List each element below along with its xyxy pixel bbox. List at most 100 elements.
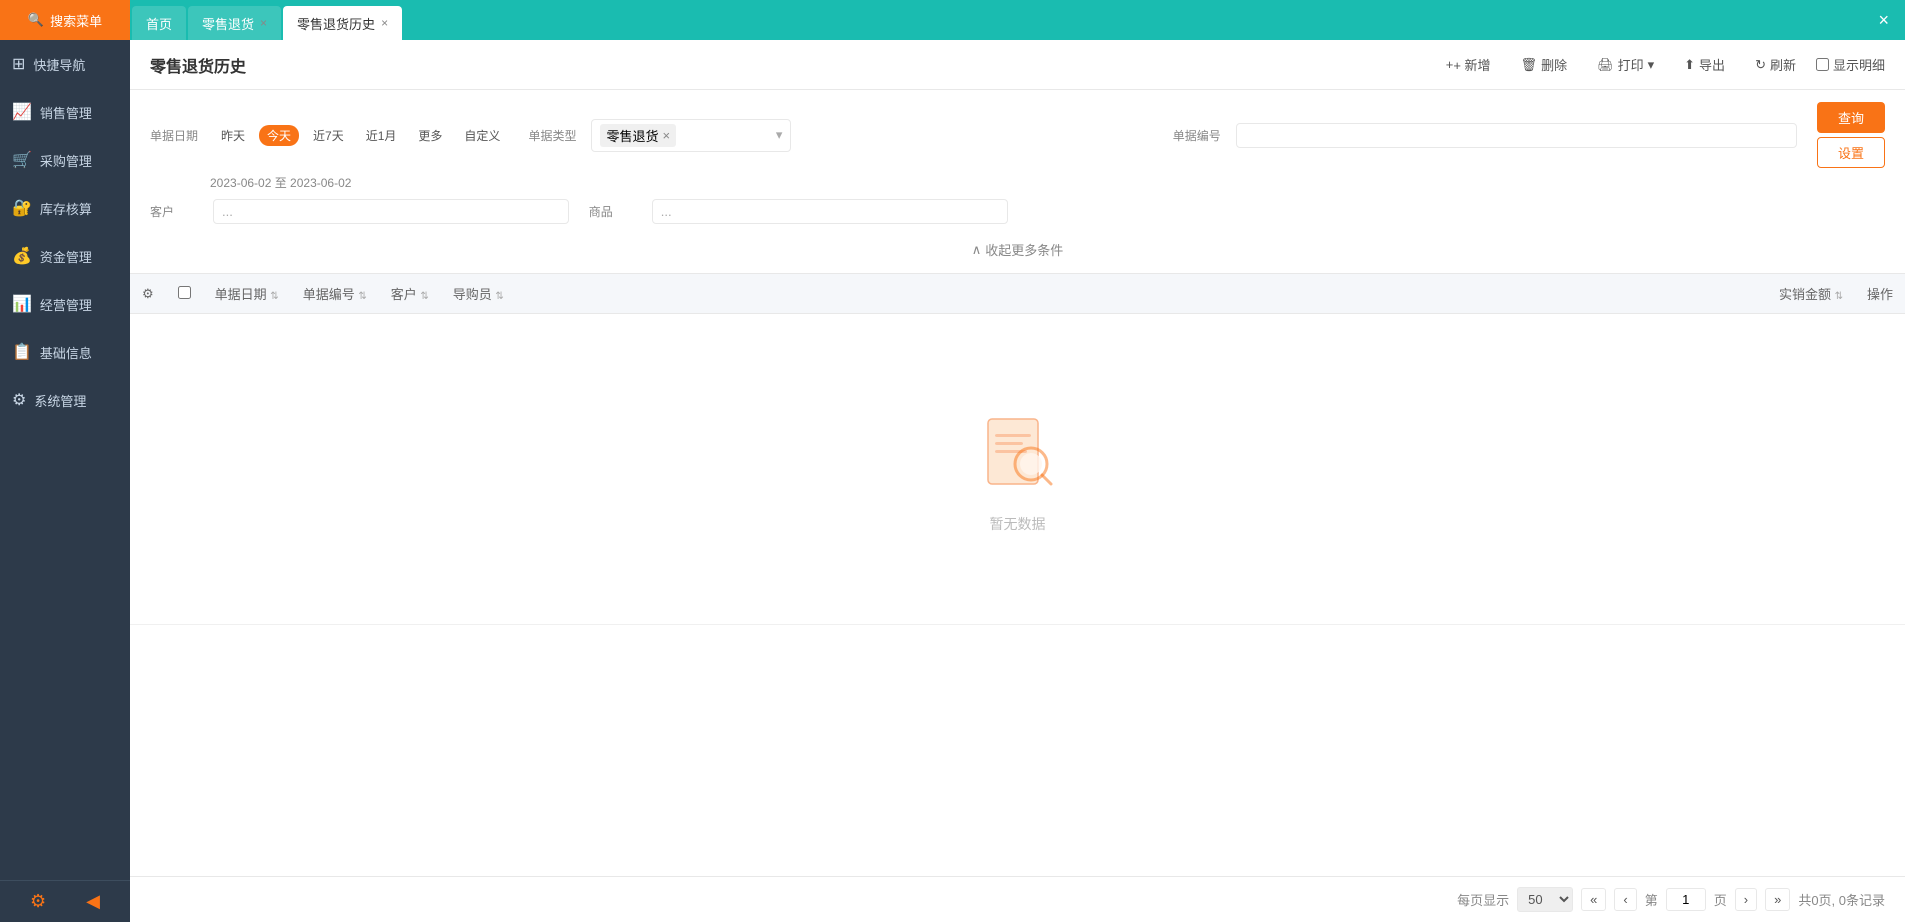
column-settings-icon[interactable]: ⚙	[142, 286, 154, 301]
sidebar-item-operations[interactable]: 📊 经营管理	[0, 280, 130, 328]
sidebar-item-system[interactable]: ⚙ 系统管理	[0, 376, 130, 424]
th-guide-label: 导购员	[453, 287, 492, 302]
last-page-btn[interactable]: »	[1765, 888, 1790, 911]
th-customer-label: 客户	[391, 287, 417, 302]
print-button[interactable]: 🖨 打印 ▾	[1587, 50, 1664, 79]
customer-selector[interactable]: ...	[213, 199, 569, 224]
next-page-btn[interactable]: ›	[1735, 888, 1757, 911]
data-table: ⚙ 单据日期 ⇅ 单据编号 ⇅	[130, 274, 1905, 625]
sidebar-settings-icon[interactable]: ⚙	[30, 891, 46, 912]
th-customer[interactable]: 客户 ⇅	[379, 274, 441, 314]
first-page-btn[interactable]: «	[1581, 888, 1606, 911]
th-guide[interactable]: 导购员 ⇅	[441, 274, 516, 314]
inventory-icon: 🔐	[12, 198, 32, 218]
date-more-btn[interactable]: 更多	[410, 125, 450, 146]
page-header: 零售退货历史 + + 新增 🗑 删除 🖨 打印 ▾ ⬆ 导出	[130, 40, 1905, 90]
type-tag-label: 零售退货	[606, 126, 658, 145]
type-tag-remove[interactable]: ×	[662, 128, 670, 143]
search-menu-btn[interactable]: 🔍 搜索菜单	[0, 0, 130, 40]
content-area: 零售退货历史 + + 新增 🗑 删除 🖨 打印 ▾ ⬆ 导出	[130, 40, 1905, 922]
collapse-label: 收起更多条件	[985, 240, 1063, 259]
print-icon: 🖨	[1597, 57, 1614, 73]
th-settings[interactable]: ⚙	[130, 274, 166, 314]
page-unit: 页	[1714, 890, 1727, 909]
prev-page-btn[interactable]: ‹	[1614, 888, 1636, 911]
th-spacer	[516, 274, 1767, 314]
new-icon: +	[1446, 57, 1454, 72]
quick-nav-icon: ⊞	[12, 54, 25, 74]
date-filter-label: 单据日期	[150, 127, 205, 144]
total-info: 共0页, 0条记录	[1798, 890, 1885, 909]
pagination-bar: 每页显示 50 100 200 « ‹ 第 页 › » 共0页, 0条记录	[130, 876, 1905, 922]
page-size-select[interactable]: 50 100 200	[1517, 887, 1573, 912]
sidebar-item-sales-label: 销售管理	[40, 103, 92, 122]
collapse-button[interactable]: ∧ 收起更多条件	[972, 240, 1064, 259]
sidebar-item-sales[interactable]: 📈 销售管理	[0, 88, 130, 136]
date-yesterday-btn[interactable]: 昨天	[213, 125, 253, 146]
voucher-input[interactable]	[1236, 123, 1797, 148]
page-size-label: 每页显示	[1457, 890, 1509, 909]
th-checkbox[interactable]	[166, 274, 203, 314]
top-bar: 🔍 搜索菜单 首页 零售退货 × 零售退货历史 × ×	[0, 0, 1905, 40]
sidebar-item-purchase[interactable]: 🛒 采购管理	[0, 136, 130, 184]
sidebar-item-operations-label: 经营管理	[40, 295, 92, 314]
purchase-icon: 🛒	[12, 150, 32, 170]
main-layout: ⊞ 快捷导航 📈 销售管理 🛒 采购管理 🔐 库存核算 💰 资金管理 📊 经营管…	[0, 40, 1905, 922]
tab-retail-return-history-close[interactable]: ×	[381, 16, 388, 30]
page-title: 零售退货历史	[150, 53, 246, 77]
date-custom-btn[interactable]: 自定义	[456, 125, 508, 146]
display-detail-checkbox[interactable]: 显示明细	[1816, 55, 1885, 74]
th-voucher[interactable]: 单据编号 ⇅	[291, 274, 379, 314]
window-close-btn[interactable]: ×	[1878, 10, 1889, 30]
tab-retail-return-history[interactable]: 零售退货历史 ×	[283, 6, 402, 40]
date-range: 昨天 今天 近7天 近1月 更多 自定义	[213, 125, 508, 146]
tab-retail-return[interactable]: 零售退货 ×	[188, 6, 281, 40]
date-today-btn[interactable]: 今天	[259, 125, 299, 146]
tab-retail-return-close[interactable]: ×	[260, 16, 267, 30]
type-selector-arrow: ▾	[776, 127, 783, 143]
date-range-text: 2023-06-02 至 2023-06-02	[210, 176, 351, 190]
th-customer-sort: ⇅	[420, 291, 428, 302]
date-1month-btn[interactable]: 近1月	[358, 125, 405, 146]
query-button[interactable]: 查询	[1817, 102, 1885, 133]
th-amount[interactable]: 实销金额 ⇅	[1767, 274, 1855, 314]
th-guide-sort: ⇅	[495, 291, 503, 302]
table-head: ⚙ 单据日期 ⇅ 单据编号 ⇅	[130, 274, 1905, 314]
type-filter-label: 单据类型	[528, 127, 583, 144]
top-bar-right: ×	[1878, 10, 1905, 31]
goods-filter-label: 商品	[589, 203, 644, 220]
refresh-button[interactable]: ↻ 刷新	[1745, 50, 1806, 79]
display-detail-input[interactable]	[1816, 58, 1829, 71]
sidebar-item-purchase-label: 采购管理	[40, 151, 92, 170]
export-button[interactable]: ⬆ 导出	[1674, 50, 1735, 79]
goods-filter-group: 商品 ...	[589, 199, 1008, 224]
sidebar-item-quick-nav-label: 快捷导航	[33, 55, 85, 74]
voucher-filter-label: 单据编号	[1173, 127, 1228, 144]
sidebar-volume-icon[interactable]: ◀	[86, 891, 100, 912]
delete-button[interactable]: 🗑 删除	[1511, 50, 1578, 79]
select-all-checkbox[interactable]	[178, 286, 191, 299]
empty-state-cell: 暂无数据	[130, 314, 1905, 625]
sidebar-item-finance-label: 资金管理	[40, 247, 92, 266]
sidebar-item-finance[interactable]: 💰 资金管理	[0, 232, 130, 280]
new-button[interactable]: + + 新增	[1436, 50, 1501, 79]
set-button[interactable]: 设置	[1817, 137, 1885, 168]
date-range-display: 2023-06-02 至 2023-06-02	[150, 174, 1885, 191]
filter-row-2: 客户 ... 商品 ...	[150, 199, 1885, 224]
sidebar-item-quick-nav[interactable]: ⊞ 快捷导航	[0, 40, 130, 88]
type-selector[interactable]: 零售退货 × ▾	[591, 119, 791, 152]
th-date[interactable]: 单据日期 ⇅	[203, 274, 291, 314]
sidebar-item-inventory[interactable]: 🔐 库存核算	[0, 184, 130, 232]
tab-home[interactable]: 首页	[132, 6, 186, 40]
sidebar-item-basic-info[interactable]: 📋 基础信息	[0, 328, 130, 376]
th-amount-label: 实销金额	[1779, 287, 1831, 302]
goods-selector[interactable]: ...	[652, 199, 1008, 224]
empty-svg	[973, 409, 1063, 499]
filter-area: 单据日期 昨天 今天 近7天 近1月 更多 自定义 单据类型	[130, 90, 1905, 274]
date-7days-btn[interactable]: 近7天	[305, 125, 352, 146]
th-action-label: 操作	[1867, 287, 1893, 302]
page-input[interactable]	[1666, 888, 1706, 911]
sales-icon: 📈	[12, 102, 32, 122]
finance-icon: 💰	[12, 246, 32, 266]
th-voucher-sort: ⇅	[358, 291, 366, 302]
